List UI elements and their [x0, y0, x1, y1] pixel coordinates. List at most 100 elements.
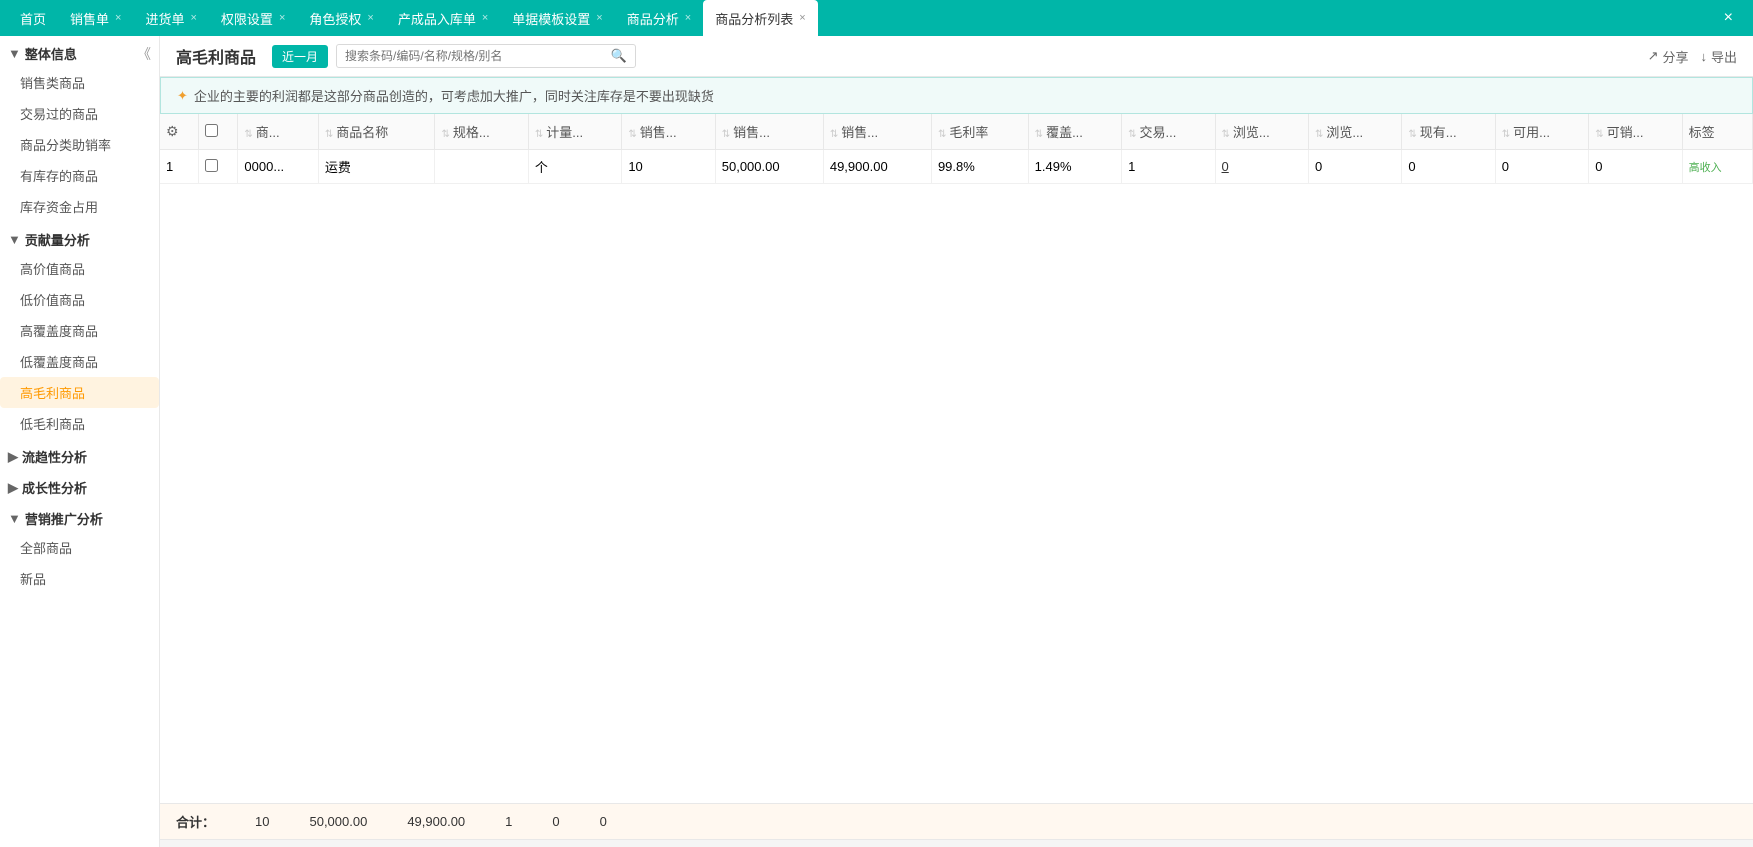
content-area: 高毛利商品 近一月 🔍 ↗ 分享 ↓ 导出 ✦ 企业的主要的利润都是这部分商品创… [160, 36, 1753, 847]
group-arrow-flow: ▶ [8, 449, 18, 465]
footer-sales-profit: 49,900.00 [407, 814, 465, 829]
sidebar-item-new-products[interactable]: 新品 [0, 563, 159, 594]
sidebar-item-high-value[interactable]: 高价值商品 [0, 253, 159, 284]
search-input[interactable] [345, 49, 611, 63]
close-template-settings[interactable]: × [596, 12, 602, 24]
main-layout: 《 ▼ 整体信息 销售类商品 交易过的商品 商品分类助销率 有库存的商品 库存资… [0, 36, 1753, 847]
footer-sales-amount: 50,000.00 [309, 814, 367, 829]
export-icon: ↓ [1700, 49, 1707, 64]
sidebar-item-low-coverage[interactable]: 低覆盖度商品 [0, 346, 159, 377]
th-coverage[interactable]: 覆盖... [1028, 114, 1121, 150]
nav-sales-order[interactable]: 销售单 × [58, 0, 133, 36]
header-actions: ↗ 分享 ↓ 导出 [1648, 47, 1737, 66]
th-stock-current[interactable]: 现有... [1402, 114, 1495, 150]
sidebar-item-low-value[interactable]: 低价值商品 [0, 284, 159, 315]
sidebar-item-category-rate[interactable]: 商品分类助销率 [0, 129, 159, 160]
sidebar-group-overall[interactable]: ▼ 整体信息 [0, 36, 159, 67]
sidebar-item-stock-capital[interactable]: 库存资金占用 [0, 191, 159, 222]
nav-product-analysis-list[interactable]: 商品分析列表 × [703, 0, 817, 36]
cell-tag: 高收入 [1682, 150, 1752, 184]
th-sales-qty[interactable]: 销售... [622, 114, 715, 150]
footer-label: 合计： [176, 812, 215, 831]
page-title: 高毛利商品 [176, 44, 256, 68]
sidebar-item-traded-products[interactable]: 交易过的商品 [0, 98, 159, 129]
th-stock-available[interactable]: 可用... [1495, 114, 1588, 150]
search-box: 🔍 [336, 44, 636, 68]
th-sales-amount[interactable]: 销售... [715, 114, 823, 150]
nav-production-inbound[interactable]: 产成品入库单 × [386, 0, 500, 36]
nav-template-settings[interactable]: 单据模板设置 × [500, 0, 614, 36]
th-sku-code[interactable]: 商... [238, 114, 319, 150]
cell-checkbox [198, 150, 238, 184]
cell-sku-code: 0000... [238, 150, 319, 184]
sidebar-item-low-margin[interactable]: 低毛利商品 [0, 408, 159, 439]
nav-home[interactable]: 首页 [8, 0, 58, 36]
th-stock-saleable[interactable]: 可销... [1589, 114, 1682, 150]
th-product-name[interactable]: 商品名称 [318, 114, 435, 150]
cell-coverage: 1.49% [1028, 150, 1121, 184]
sidebar-item-high-coverage[interactable]: 高覆盖度商品 [0, 315, 159, 346]
sidebar: 《 ▼ 整体信息 销售类商品 交易过的商品 商品分类助销率 有库存的商品 库存资… [0, 36, 160, 847]
table-footer: 合计： 10 50,000.00 49,900.00 1 0 0 [160, 803, 1753, 839]
nav-purchase-order[interactable]: 进货单 × [133, 0, 208, 36]
th-tag: 标签 [1682, 114, 1752, 150]
th-unit[interactable]: 计量... [528, 114, 621, 150]
group-arrow-marketing: ▼ [8, 511, 21, 526]
group-arrow-growth: ▶ [8, 480, 18, 496]
sidebar-item-sales-products[interactable]: 销售类商品 [0, 67, 159, 98]
cell-product-name: 运费 [318, 150, 435, 184]
content-header: 高毛利商品 近一月 🔍 ↗ 分享 ↓ 导出 [160, 36, 1753, 77]
sidebar-item-high-margin[interactable]: 高毛利商品 [0, 377, 159, 408]
sidebar-group-contribution[interactable]: ▼ 贡献量分析 [0, 222, 159, 253]
sidebar-item-all-products[interactable]: 全部商品 [0, 532, 159, 563]
nav-role-auth[interactable]: 角色授权 × [297, 0, 385, 36]
share-button[interactable]: ↗ 分享 [1648, 47, 1689, 66]
nav-product-analysis[interactable]: 商品分析 × [615, 0, 703, 36]
sidebar-group-flow[interactable]: ▶ 流趋性分析 [0, 439, 159, 470]
tip-icon: ✦ [177, 88, 188, 104]
row-checkbox[interactable] [205, 159, 218, 172]
close-role-auth[interactable]: × [367, 12, 373, 24]
group-arrow-contribution: ▼ [8, 232, 21, 247]
data-table: ⚙ 商... 商品名称 规格... 计量... 销售... 销售... 销售..… [160, 114, 1753, 184]
table-row: 1 0000... 运费 个 10 50,000.00 49,900.00 99… [160, 150, 1753, 184]
window-close-button[interactable]: × [1712, 9, 1745, 27]
nav-permission-settings[interactable]: 权限设置 × [209, 0, 297, 36]
th-checkbox [198, 114, 238, 150]
sidebar-group-growth[interactable]: ▶ 成长性分析 [0, 470, 159, 501]
export-button[interactable]: ↓ 导出 [1700, 47, 1737, 66]
close-sales-order[interactable]: × [115, 12, 121, 24]
view1-link[interactable]: 0 [1222, 159, 1229, 174]
th-view2[interactable]: 浏览... [1308, 114, 1401, 150]
top-nav: 首页 销售单 × 进货单 × 权限设置 × 角色授权 × 产成品入库单 × 单据… [0, 0, 1753, 36]
select-all-checkbox[interactable] [205, 124, 218, 137]
sidebar-collapse-button[interactable]: 《 [137, 44, 151, 64]
table-wrapper[interactable]: ⚙ 商... 商品名称 规格... 计量... 销售... 销售... 销售..… [160, 114, 1753, 803]
th-trade-count[interactable]: 交易... [1122, 114, 1215, 150]
th-gross-margin[interactable]: 毛利率 [931, 114, 1028, 150]
close-product-analysis-list[interactable]: × [799, 12, 805, 24]
th-view1[interactable]: 浏览... [1215, 114, 1308, 150]
bottom-scrollbar[interactable] [160, 839, 1753, 847]
cell-view1: 0 [1215, 150, 1308, 184]
cell-stock-current: 0 [1402, 150, 1495, 184]
th-index: ⚙ [160, 114, 198, 150]
column-settings-icon[interactable]: ⚙ [166, 123, 179, 139]
filter-month-button[interactable]: 近一月 [272, 45, 328, 68]
sidebar-item-in-stock[interactable]: 有库存的商品 [0, 160, 159, 191]
cell-sales-qty: 10 [622, 150, 715, 184]
group-arrow-overall: ▼ [8, 46, 21, 61]
th-sales-profit[interactable]: 销售... [823, 114, 931, 150]
close-permission-settings[interactable]: × [279, 12, 285, 24]
share-icon: ↗ [1648, 48, 1659, 64]
close-product-analysis[interactable]: × [685, 12, 691, 24]
close-production-inbound[interactable]: × [482, 12, 488, 24]
footer-stock-current: 0 [552, 814, 559, 829]
cell-stock-saleable: 0 [1589, 150, 1682, 184]
cell-stock-available: 0 [1495, 150, 1588, 184]
search-icon[interactable]: 🔍 [611, 48, 627, 64]
close-purchase-order[interactable]: × [190, 12, 196, 24]
cell-gross-margin: 99.8% [931, 150, 1028, 184]
sidebar-group-marketing[interactable]: ▼ 营销推广分析 [0, 501, 159, 532]
th-spec[interactable]: 规格... [435, 114, 528, 150]
